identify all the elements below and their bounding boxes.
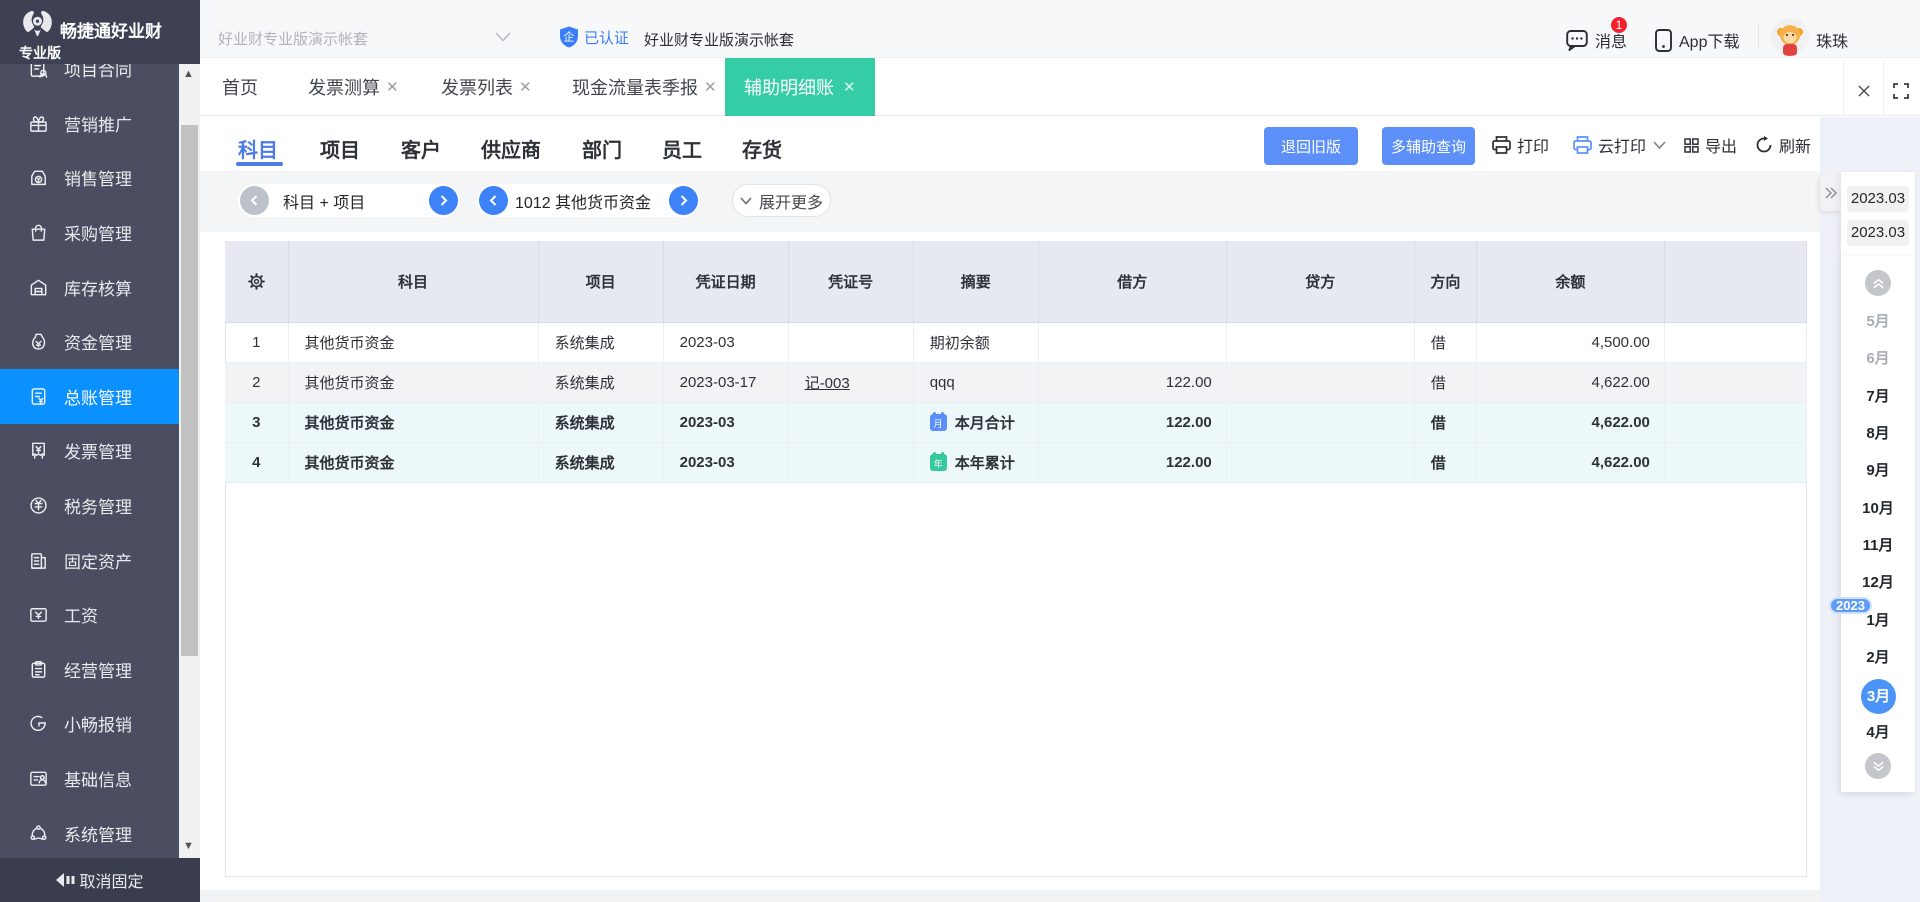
svg-text:企: 企 [564, 30, 575, 44]
